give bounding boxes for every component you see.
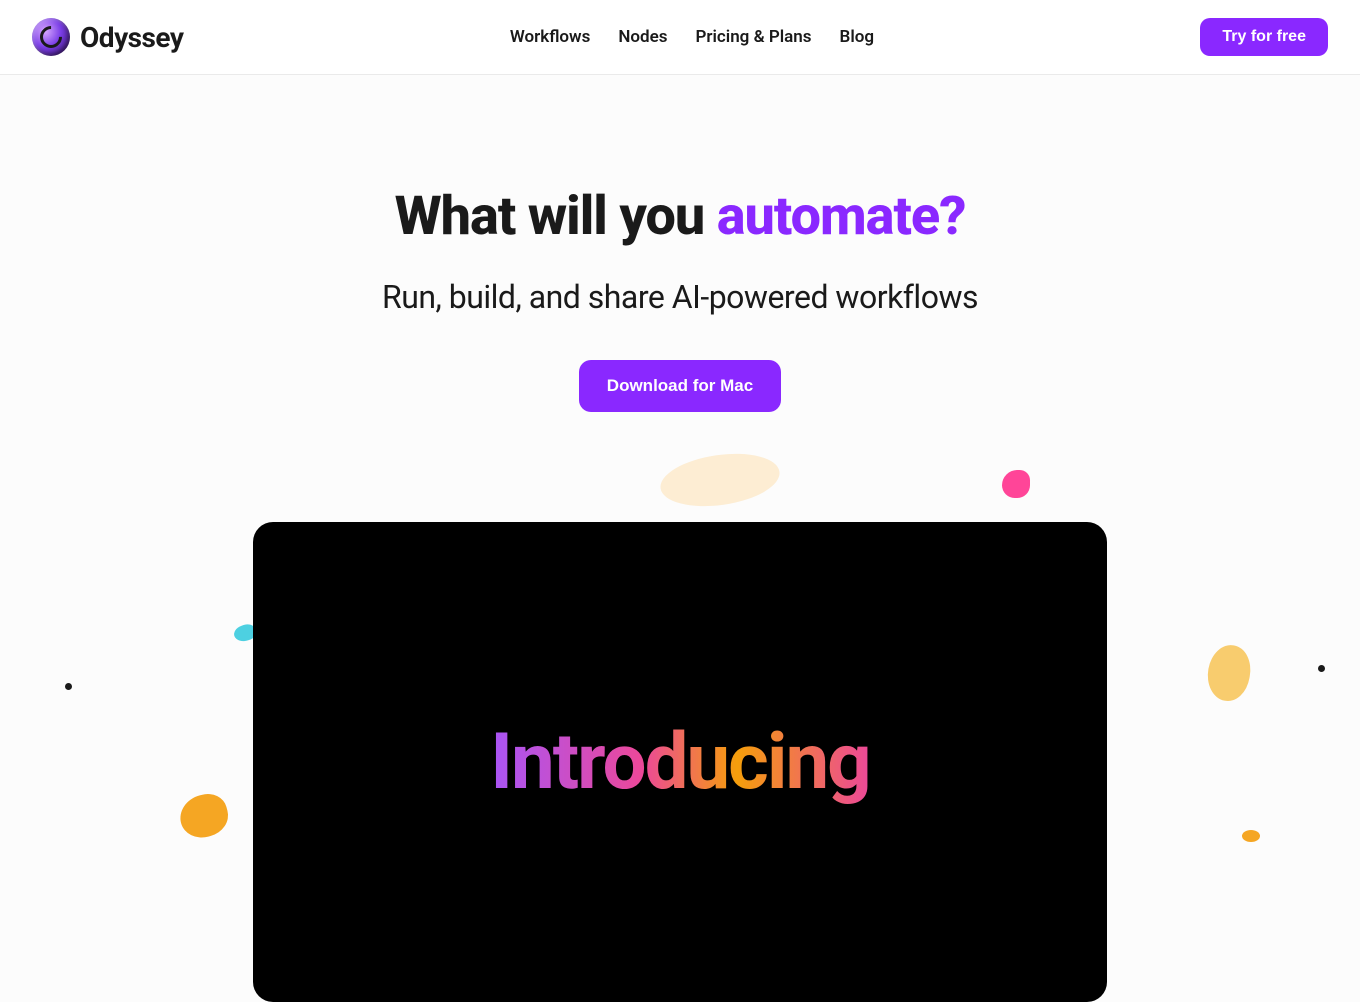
- video-preview[interactable]: Introducing: [253, 522, 1107, 1002]
- nav-link-workflows[interactable]: Workflows: [510, 27, 591, 47]
- logo-area[interactable]: Odyssey: [32, 18, 183, 56]
- decorative-blob: [657, 447, 783, 513]
- nav-link-blog[interactable]: Blog: [840, 27, 875, 47]
- hero-title: What will you automate?: [0, 185, 1360, 248]
- decorative-blob: [175, 790, 232, 843]
- video-overlay-text: Introducing: [490, 717, 870, 808]
- download-button[interactable]: Download for Mac: [579, 360, 781, 412]
- site-header: Odyssey Workflows Nodes Pricing & Plans …: [0, 0, 1360, 75]
- nav-link-nodes[interactable]: Nodes: [618, 27, 667, 47]
- hero-title-prefix: What will you: [395, 185, 717, 248]
- decorative-dot: [65, 683, 72, 690]
- nav-link-pricing[interactable]: Pricing & Plans: [695, 27, 811, 47]
- logo-icon: [32, 18, 70, 56]
- hero-section: What will you automate? Run, build, and …: [0, 75, 1360, 1002]
- hero-title-accent: automate?: [717, 185, 966, 248]
- try-for-free-button[interactable]: Try for free: [1200, 18, 1328, 56]
- brand-name: Odyssey: [80, 21, 183, 54]
- hero-subtitle: Run, build, and share AI-powered workflo…: [0, 278, 1360, 316]
- decorative-blob: [1002, 470, 1030, 498]
- decorative-blob: [1242, 830, 1260, 842]
- decorative-blob: [1203, 642, 1254, 704]
- decorative-dot: [1318, 665, 1325, 672]
- main-nav: Workflows Nodes Pricing & Plans Blog: [510, 27, 874, 47]
